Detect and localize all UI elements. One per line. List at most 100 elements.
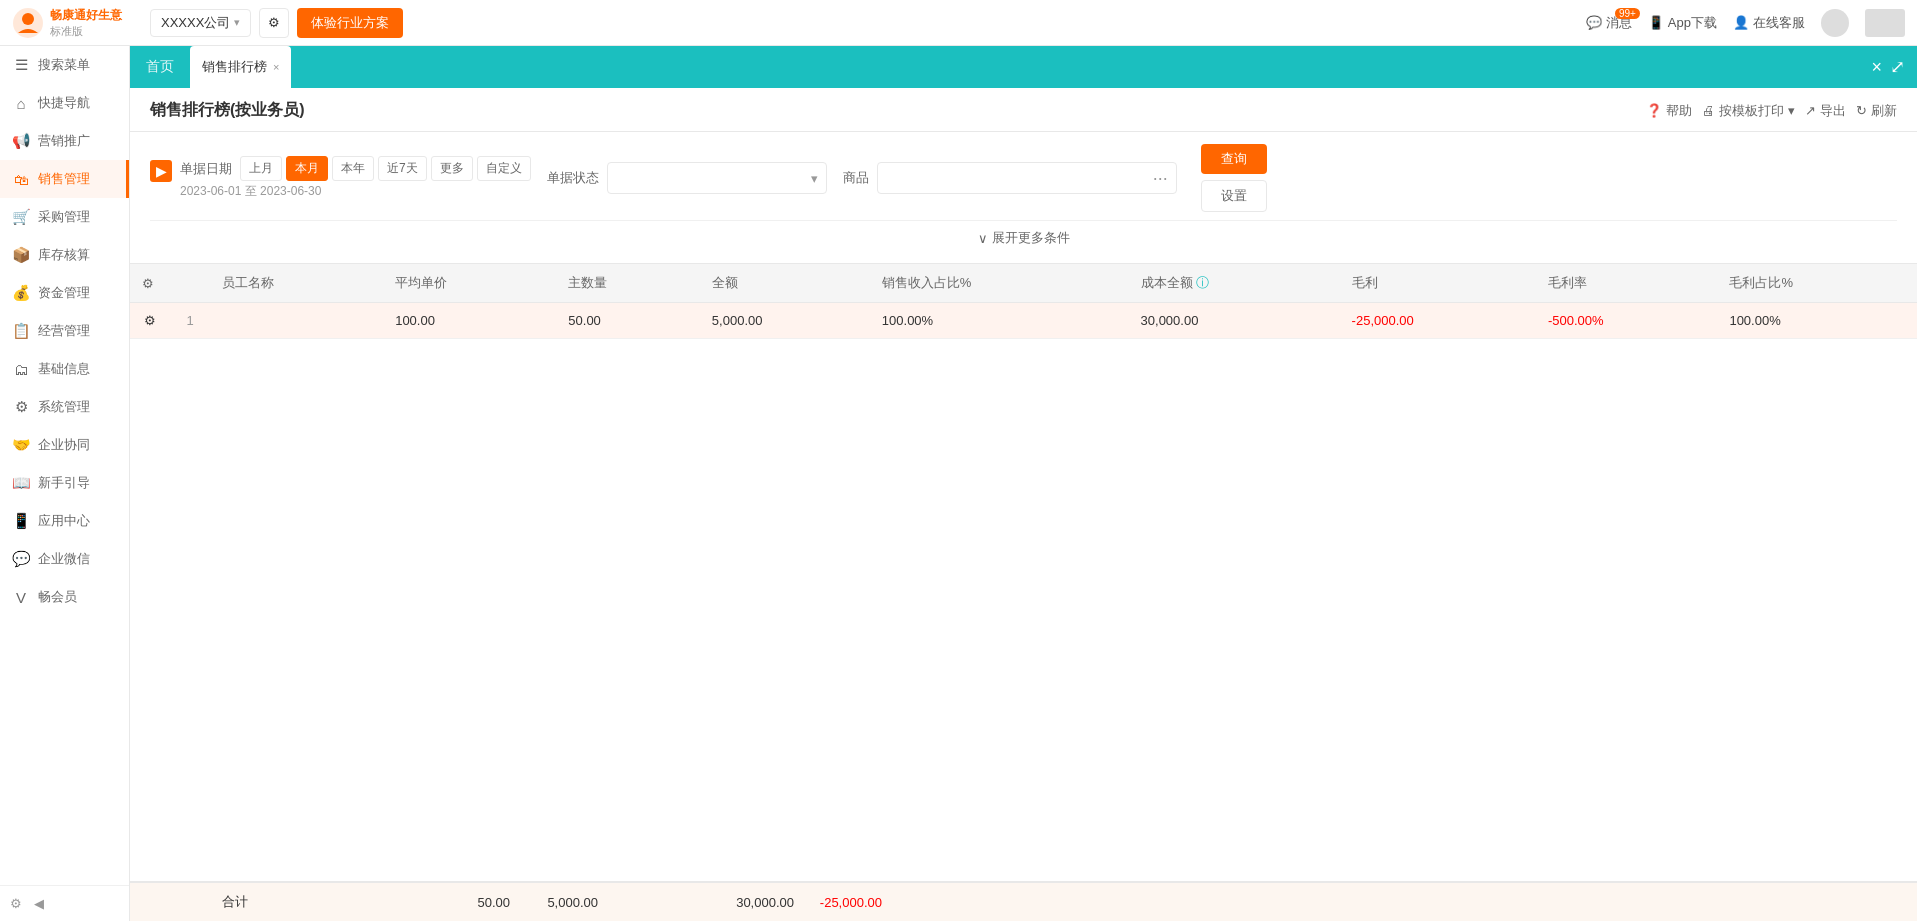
date-btn-近7天[interactable]: 近7天 <box>378 156 427 181</box>
query-area: 查询 设置 <box>1201 144 1267 212</box>
sidebar-item-guide[interactable]: 📖新手引导 <box>0 464 129 502</box>
col-sales-pct-header: 销售收入占比% <box>870 264 1129 303</box>
footer-cost: 30,000.00 <box>694 895 794 910</box>
filter-area: ▶ 单据日期 上月本月本年近7天更多自定义 2023-06-01 至 2023-… <box>130 132 1917 264</box>
col-avg-price-header: 平均单价 <box>383 264 556 303</box>
app-download-button[interactable]: 📱 App下载 <box>1648 14 1717 32</box>
date-range: 2023-06-01 至 2023-06-30 <box>180 183 531 200</box>
company-selector[interactable]: XXXXX公司 ▾ <box>150 9 251 37</box>
window-close-button[interactable]: × <box>1871 57 1882 78</box>
sidebar-item-member[interactable]: V畅会员 <box>0 578 129 616</box>
tab-close-icon[interactable]: × <box>273 61 279 73</box>
sidebar-settings-icon[interactable]: ⚙ <box>10 896 22 911</box>
goods-input[interactable]: ··· <box>877 162 1177 194</box>
sidebar-item-app-center[interactable]: 📱应用中心 <box>0 502 129 540</box>
sidebar-item-finance[interactable]: 💰 资金管理 <box>0 274 129 312</box>
sidebar-icon-quick-nav: ⌂ <box>12 95 30 112</box>
col-profit-header: 毛利 <box>1340 264 1536 303</box>
row-avg-price: 100.00 <box>383 303 556 339</box>
filter-row-1: ▶ 单据日期 上月本月本年近7天更多自定义 2023-06-01 至 2023-… <box>150 144 1897 212</box>
footer-amount: 5,000.00 <box>518 895 598 910</box>
export-button[interactable]: ↗ 导出 <box>1805 102 1846 120</box>
expand-more-button[interactable]: ∨ 展开更多条件 <box>978 225 1070 251</box>
avatar[interactable] <box>1821 9 1849 37</box>
trial-button[interactable]: 体验行业方案 <box>297 8 403 38</box>
row-profit-rate: -500.00% <box>1536 303 1717 339</box>
tab-home[interactable]: 首页 <box>130 46 190 88</box>
logo-area: 畅康通好生意 标准版 <box>12 7 142 39</box>
table-body: ⚙ 1 100.00 50.00 5,000.00 100.00% 30,000… <box>130 303 1917 339</box>
settings-button[interactable]: ⚙ <box>259 8 289 38</box>
status-select[interactable]: ▾ <box>607 162 827 194</box>
sidebar-icon-system: ⚙ <box>12 398 30 416</box>
sidebar-label-finance: 资金管理 <box>38 284 90 302</box>
sidebar-footer: ⚙ ◀ <box>0 885 129 921</box>
window-max-button[interactable]: ⤢ <box>1890 56 1905 78</box>
sidebar-item-purchase[interactable]: 🛒 采购管理 <box>0 198 129 236</box>
row-settings[interactable]: ⚙ <box>130 303 170 339</box>
sidebar-icon-marketing: 📢 <box>12 132 30 150</box>
help-icon: ❓ <box>1646 103 1662 118</box>
date-btn-上月[interactable]: 上月 <box>240 156 282 181</box>
tab-actions: × ⤢ <box>1871 56 1917 78</box>
tab-bar: 首页 销售排行榜 × × ⤢ <box>130 46 1917 88</box>
expand-arrow[interactable]: ▶ <box>150 156 172 182</box>
date-btn-更多[interactable]: 更多 <box>431 156 473 181</box>
table-wrapper: ⚙ 员工名称 平均单价 主数量 全额 销售收入占比% 成本全额 ⓘ 毛利 毛利率 <box>130 264 1917 881</box>
sidebar-item-inventory[interactable]: 📦库存核算 <box>0 236 129 274</box>
row-employee <box>210 303 383 339</box>
sidebar-item-wechat[interactable]: 💬企业微信 <box>0 540 129 578</box>
setting-button[interactable]: 设置 <box>1201 180 1267 212</box>
table-header-row: ⚙ 员工名称 平均单价 主数量 全额 销售收入占比% 成本全额 ⓘ 毛利 毛利率 <box>130 264 1917 303</box>
online-service-button[interactable]: 👤 在线客服 <box>1733 14 1805 32</box>
status-filter: 单据状态 ▾ <box>547 162 827 194</box>
row-amount: 5,000.00 <box>700 303 870 339</box>
sidebar-icon-operations: 📋 <box>12 322 30 340</box>
col-employee-header: 员工名称 <box>210 264 383 303</box>
data-table: ⚙ 员工名称 平均单价 主数量 全额 销售收入占比% 成本全额 ⓘ 毛利 毛利率 <box>130 264 1917 339</box>
sidebar-label-system: 系统管理 <box>38 398 90 416</box>
sidebar-item-enterprise[interactable]: 🤝企业协同 <box>0 426 129 464</box>
col-settings-header[interactable]: ⚙ <box>130 264 170 303</box>
sidebar-item-search-order[interactable]: ☰搜索菜单 <box>0 46 129 84</box>
date-btn-本月[interactable]: 本月 <box>286 156 328 181</box>
cost-info-icon[interactable]: ⓘ <box>1196 275 1209 290</box>
tab-sales-ranking[interactable]: 销售排行榜 × <box>190 46 291 88</box>
sidebar-icon-member: V <box>12 589 30 606</box>
date-btn-自定义[interactable]: 自定义 <box>477 156 531 181</box>
refresh-button[interactable]: ↻ 刷新 <box>1856 102 1897 120</box>
sidebar-item-quick-nav[interactable]: ⌂快捷导航 <box>0 84 129 122</box>
sidebar-item-operations[interactable]: 📋经营管理 <box>0 312 129 350</box>
sidebar-label-wechat: 企业微信 <box>38 550 90 568</box>
chevron-down-icon: ▾ <box>234 16 240 29</box>
sidebar-item-system[interactable]: ⚙ 系统管理 <box>0 388 129 426</box>
print-button[interactable]: 🖨 按模板打印 ▾ <box>1702 102 1795 120</box>
refresh-icon: ↻ <box>1856 103 1867 118</box>
sidebar-collapse-icon[interactable]: ◀ <box>34 896 44 911</box>
query-button[interactable]: 查询 <box>1201 144 1267 174</box>
sidebar-label-marketing: 营销推广 <box>38 132 90 150</box>
filter-expand-row: ∨ 展开更多条件 <box>150 220 1897 251</box>
logo-text: 畅康通好生意 标准版 <box>50 7 122 39</box>
col-amount-header: 全额 <box>700 264 870 303</box>
sidebar-icon-purchase: 🛒 <box>12 208 30 226</box>
sidebar-label-purchase: 采购管理 <box>38 208 90 226</box>
date-btn-本年[interactable]: 本年 <box>332 156 374 181</box>
svg-point-1 <box>22 13 34 25</box>
row-rank: 1 <box>170 303 210 339</box>
help-button[interactable]: ❓ 帮助 <box>1646 102 1692 120</box>
date-buttons: 上月本月本年近7天更多自定义 <box>240 156 531 181</box>
sidebar-label-basics: 基础信息 <box>38 360 90 378</box>
sidebar-item-sales[interactable]: 🛍销售管理 <box>0 160 129 198</box>
sidebar-icon-finance: 💰 <box>12 284 30 302</box>
status-chevron-icon: ▾ <box>811 171 818 186</box>
row-sales-pct: 100.00% <box>870 303 1129 339</box>
sidebar-label-enterprise: 企业协同 <box>38 436 90 454</box>
sidebar-label-guide: 新手引导 <box>38 474 90 492</box>
row-quantity: 50.00 <box>556 303 700 339</box>
message-button[interactable]: 💬 消息 99+ <box>1586 14 1632 32</box>
goods-ellipsis-icon[interactable]: ··· <box>1153 169 1168 187</box>
sidebar-item-basics[interactable]: 🗂基础信息 <box>0 350 129 388</box>
user-name-display <box>1865 9 1905 37</box>
sidebar-item-marketing[interactable]: 📢 营销推广 <box>0 122 129 160</box>
